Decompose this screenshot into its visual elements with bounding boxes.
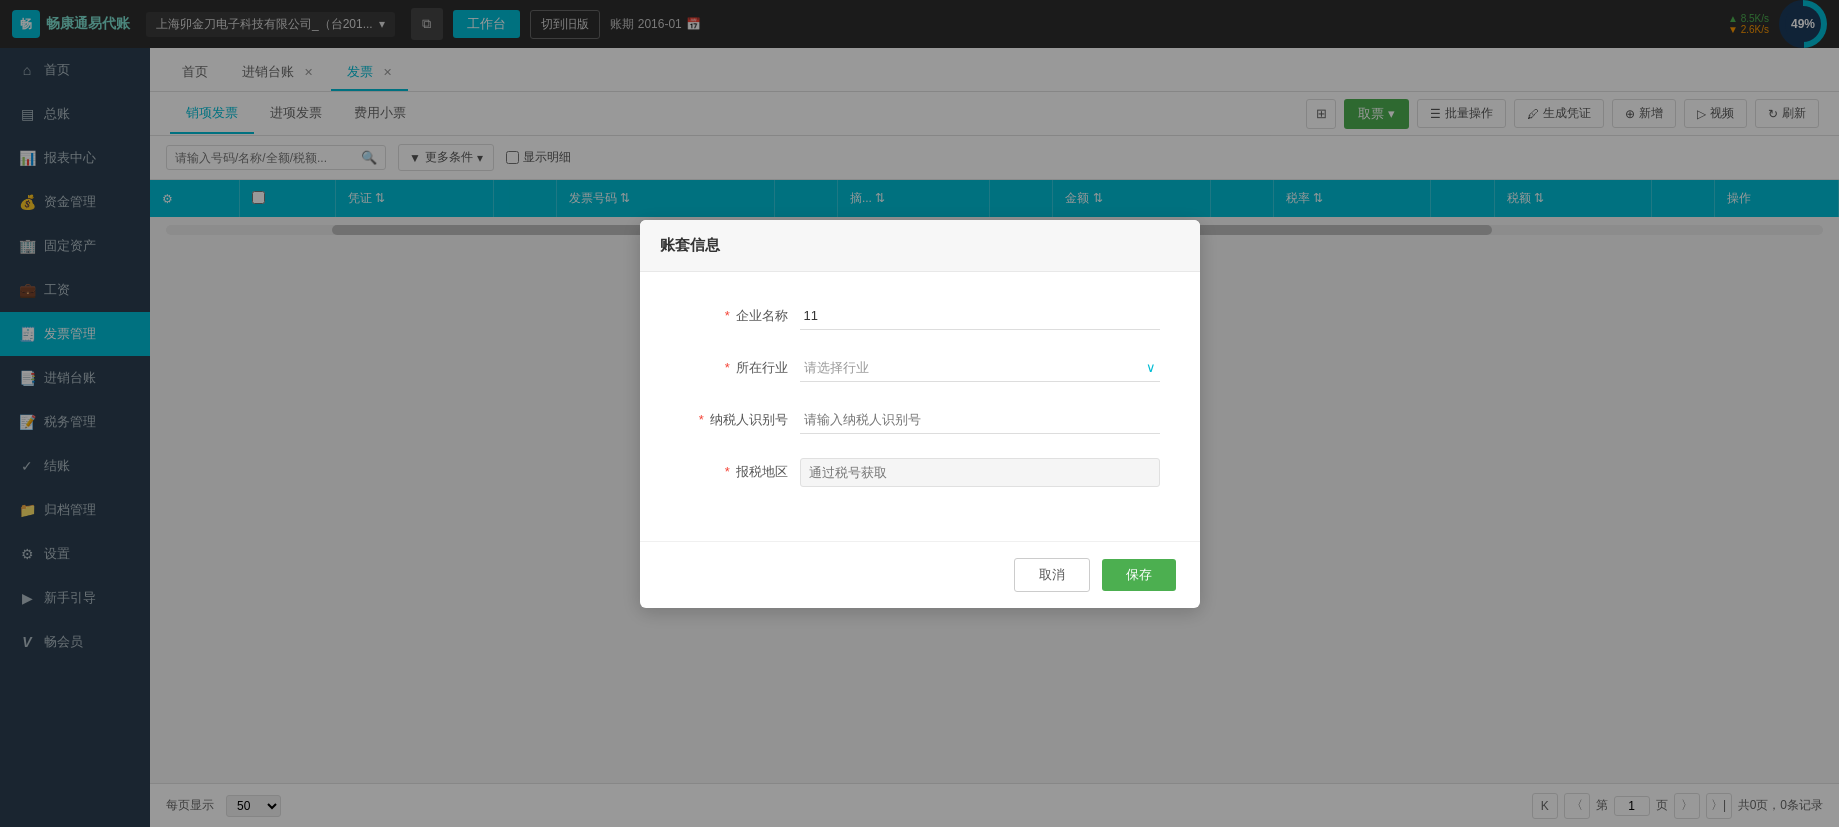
company-name-row: * 企业名称 [680, 302, 1160, 330]
industry-required-mark: * [725, 360, 730, 375]
industry-row: * 所在行业 请选择行业 ∨ [680, 354, 1160, 382]
modal-body: * 企业名称 * 所在行业 请选择行业 ∨ [640, 272, 1200, 541]
company-name-input[interactable] [800, 302, 1160, 330]
tax-id-row: * 纳税人识别号 [680, 406, 1160, 434]
tax-region-required-mark: * [725, 464, 730, 479]
tax-id-input[interactable] [800, 406, 1160, 434]
industry-select-wrap: 请选择行业 ∨ [800, 354, 1160, 382]
modal-title: 账套信息 [660, 236, 720, 253]
company-required-mark: * [725, 308, 730, 323]
tax-region-input [800, 458, 1160, 487]
industry-select[interactable]: 请选择行业 [800, 354, 1160, 381]
modal-header: 账套信息 [640, 220, 1200, 272]
modal-footer: 取消 保存 [640, 541, 1200, 608]
tax-region-label: * 报税地区 [680, 463, 800, 481]
tax-id-label: * 纳税人识别号 [680, 411, 800, 429]
industry-label: * 所在行业 [680, 359, 800, 377]
cancel-button[interactable]: 取消 [1014, 558, 1090, 592]
company-name-label: * 企业名称 [680, 307, 800, 325]
tax-region-row: * 报税地区 [680, 458, 1160, 487]
account-info-modal: 账套信息 * 企业名称 * 所在行业 请选择行业 [640, 220, 1200, 608]
tax-id-required-mark: * [699, 412, 704, 427]
modal-overlay: 账套信息 * 企业名称 * 所在行业 请选择行业 [0, 0, 1839, 827]
save-button[interactable]: 保存 [1102, 559, 1176, 591]
